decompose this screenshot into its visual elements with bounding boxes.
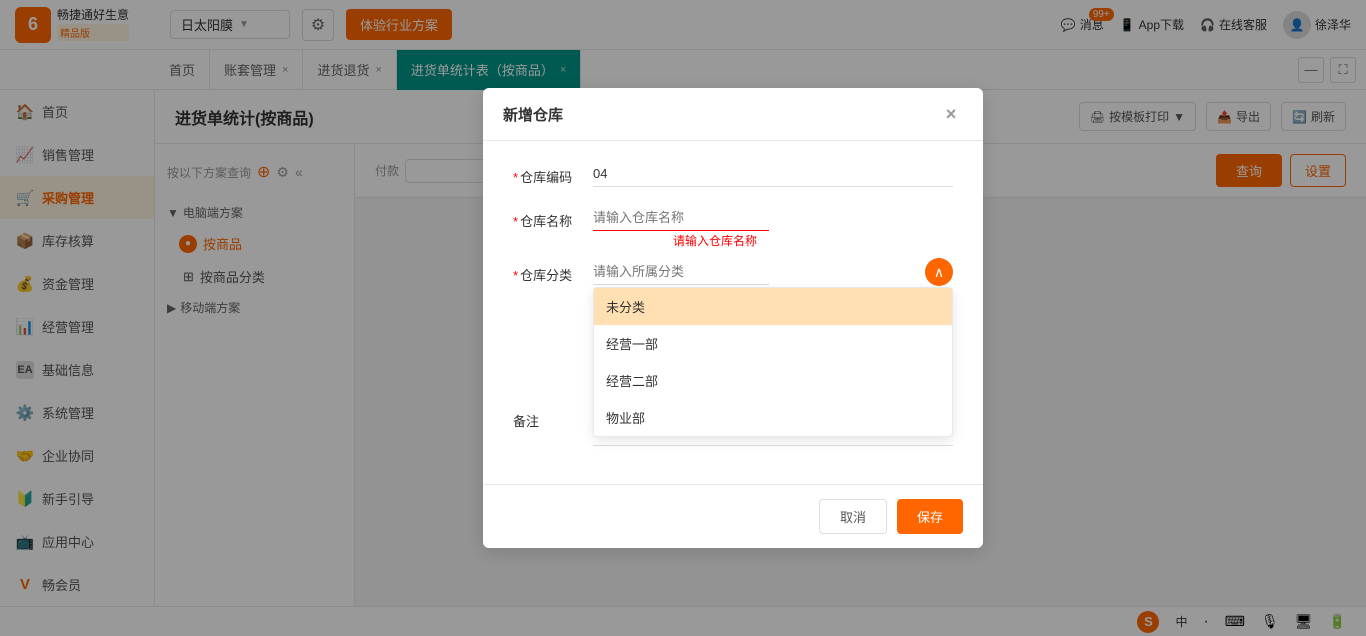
code-row: 仓库编码 [513,161,953,187]
code-input[interactable] [593,161,953,187]
cancel-button[interactable]: 取消 [819,499,887,534]
modal-close-btn[interactable]: × [939,102,963,126]
code-label: 仓库编码 [513,161,593,186]
name-input-wrapper: 请输入仓库名称 [593,205,953,231]
name-input[interactable] [593,205,769,231]
dropdown-item-1[interactable]: 经营一部 [594,325,952,362]
category-input-wrapper: ∧ 未分类 经营一部 经营二部 物业部 [593,259,953,285]
save-button[interactable]: 保存 [897,499,963,534]
modal-footer: 取消 保存 [483,484,983,548]
category-dropdown-list: 未分类 经营一部 经营二部 物业部 [593,287,953,437]
dropdown-item-3[interactable]: 物业部 [594,399,952,436]
category-dropdown-toggle[interactable]: ∧ [925,258,953,286]
name-label: 仓库名称 [513,205,593,230]
dropdown-item-0[interactable]: 未分类 [594,288,952,325]
category-input[interactable] [593,259,769,285]
dropdown-item-2[interactable]: 经营二部 [594,362,952,399]
modal-header: 新增仓库 × [483,88,983,141]
name-row: 仓库名称 请输入仓库名称 [513,205,953,231]
modal-title: 新增仓库 [503,104,563,125]
notes-label: 备注 [513,405,593,430]
modal-body: 仓库编码 仓库名称 请输入仓库名称 仓库分类 ∧ 未分类 经营一部 经营二部 [483,141,983,484]
category-row: 仓库分类 ∧ 未分类 经营一部 经营二部 物业部 [513,259,953,285]
name-error-msg: 请输入仓库名称 [673,232,757,249]
category-label: 仓库分类 [513,259,593,284]
add-warehouse-modal: 新增仓库 × 仓库编码 仓库名称 请输入仓库名称 仓库分类 ∧ 未分类 [483,88,983,548]
